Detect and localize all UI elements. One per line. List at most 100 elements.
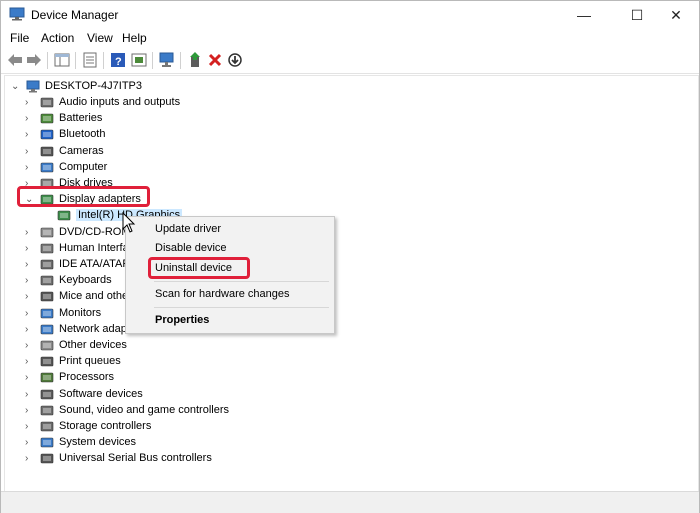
tree-item-label: Audio inputs and outputs bbox=[59, 96, 181, 108]
chevron-right-icon[interactable]: › bbox=[25, 127, 34, 143]
usb-icon bbox=[40, 454, 54, 464]
camera-icon bbox=[40, 146, 54, 156]
device-manager-window: Device Manager — ☐ ✕ File Action View He… bbox=[0, 0, 700, 513]
title-bar: Device Manager — ☐ ✕ bbox=[1, 1, 699, 29]
download-arrow-icon[interactable] bbox=[227, 52, 243, 68]
chevron-right-icon[interactable]: › bbox=[25, 241, 34, 257]
network-icon bbox=[40, 324, 54, 335]
chevron-right-icon[interactable]: › bbox=[25, 354, 34, 370]
menu-scan-hardware-changes[interactable]: Scan for hardware changes bbox=[155, 288, 290, 300]
software-device-icon bbox=[40, 389, 54, 399]
tree-item-label: Cameras bbox=[59, 144, 104, 157]
tree-category-row[interactable]: › Universal Serial Bus controllers bbox=[25, 451, 345, 467]
minimize-button[interactable]: — bbox=[561, 1, 607, 29]
menu-disable-device[interactable]: Disable device bbox=[155, 242, 227, 254]
display-adapter-icon bbox=[57, 211, 71, 221]
computer-name-label: DESKTOP-4J7ITP3 bbox=[45, 80, 142, 92]
sound-icon bbox=[40, 405, 54, 416]
toolbar: ? bbox=[1, 48, 699, 74]
tree-category-row[interactable]: › Batteries bbox=[25, 111, 345, 127]
tree-category-row[interactable]: › Software devices bbox=[25, 387, 345, 403]
system-icon bbox=[40, 437, 54, 448]
chevron-right-icon[interactable]: › bbox=[25, 451, 34, 467]
close-button[interactable]: ✕ bbox=[653, 1, 699, 29]
chevron-right-icon[interactable]: › bbox=[25, 338, 34, 354]
menu-file[interactable]: File bbox=[10, 31, 29, 45]
display-adapters-highlight bbox=[17, 186, 150, 207]
tree-item-label: Print queues bbox=[59, 355, 121, 368]
back-arrow-icon[interactable] bbox=[7, 52, 23, 68]
menu-view[interactable]: View bbox=[87, 31, 113, 45]
tree-category-row[interactable]: › Audio inputs and outputs bbox=[25, 95, 345, 111]
svg-text:?: ? bbox=[115, 56, 122, 68]
chevron-right-icon[interactable]: › bbox=[25, 273, 34, 289]
tree-item-label: Software devices bbox=[59, 387, 143, 400]
tree-item-label: Other devices bbox=[59, 339, 127, 351]
uninstall-device-highlight bbox=[148, 257, 250, 279]
tree-category-row[interactable]: › Processors bbox=[25, 370, 345, 386]
chevron-down-icon[interactable]: ⌄ bbox=[11, 79, 20, 95]
other-devices-icon bbox=[40, 340, 54, 351]
tree-category-row[interactable]: › Print queues bbox=[25, 354, 345, 370]
menu-action[interactable]: Action bbox=[41, 31, 74, 45]
chevron-right-icon[interactable]: › bbox=[25, 403, 34, 419]
chevron-right-icon[interactable]: › bbox=[25, 322, 34, 338]
tree-category-row[interactable]: › Bluetooth bbox=[25, 127, 345, 143]
chevron-right-icon[interactable]: › bbox=[25, 387, 34, 403]
help-icon[interactable]: ? bbox=[110, 52, 126, 68]
status-bar bbox=[1, 491, 699, 513]
device-manager-app-icon bbox=[9, 7, 25, 21]
mouse-icon bbox=[40, 292, 54, 302]
chevron-right-icon[interactable]: › bbox=[25, 370, 34, 386]
monitor-icon bbox=[40, 308, 54, 318]
ide-icon bbox=[40, 259, 54, 270]
tree-item-label: Computer bbox=[59, 160, 108, 173]
update-driver-icon[interactable] bbox=[187, 52, 203, 68]
chevron-right-icon[interactable]: › bbox=[25, 95, 34, 111]
tree-item-label: Processors bbox=[59, 371, 115, 384]
chevron-right-icon[interactable]: › bbox=[25, 306, 34, 322]
battery-icon bbox=[40, 113, 54, 124]
chevron-right-icon[interactable]: › bbox=[25, 111, 34, 127]
chevron-right-icon[interactable]: › bbox=[25, 419, 34, 435]
chevron-right-icon[interactable]: › bbox=[25, 257, 34, 273]
tree-category-row[interactable]: › Other devices bbox=[25, 338, 345, 354]
tree-item-label: Sound, video and game controllers bbox=[59, 403, 229, 416]
device-tree: ⌄ DESKTOP-4J7ITP3 › Audio inputs and outp… bbox=[4, 75, 699, 492]
show-hidden-icon[interactable] bbox=[131, 52, 147, 68]
tree-root-row[interactable]: ⌄ DESKTOP-4J7ITP3 bbox=[11, 79, 211, 95]
tree-category-row[interactable]: › Cameras bbox=[25, 144, 345, 160]
menu-help[interactable]: Help bbox=[122, 31, 147, 45]
uninstall-x-icon[interactable] bbox=[207, 52, 223, 68]
tree-category-row[interactable]: › System devices bbox=[25, 435, 345, 451]
chevron-right-icon[interactable]: › bbox=[25, 144, 34, 160]
tree-item-label: Monitors bbox=[59, 306, 102, 319]
tree-item-label: System devices bbox=[59, 436, 137, 449]
menu-properties[interactable]: Properties bbox=[155, 314, 209, 326]
chevron-right-icon[interactable]: › bbox=[25, 225, 34, 241]
menu-update-driver[interactable]: Update driver bbox=[155, 223, 221, 235]
mouse-pointer-icon bbox=[122, 212, 136, 233]
hid-icon bbox=[40, 243, 54, 254]
printer-icon bbox=[40, 356, 54, 367]
properties-sheet-icon[interactable] bbox=[82, 52, 98, 68]
tree-category-row[interactable]: › Sound, video and game controllers bbox=[25, 403, 345, 419]
forward-arrow-icon[interactable] bbox=[26, 52, 42, 68]
computer-icon bbox=[40, 162, 54, 173]
tree-category-row[interactable]: › Storage controllers bbox=[25, 419, 345, 435]
menu-bar: File Action View Help bbox=[1, 29, 699, 48]
tree-item-label: Bluetooth bbox=[59, 128, 106, 141]
tree-item-label: Batteries bbox=[59, 112, 103, 125]
window-title: Device Manager bbox=[31, 8, 119, 22]
chevron-right-icon[interactable]: › bbox=[25, 435, 34, 451]
tree-item-label: Storage controllers bbox=[59, 420, 152, 432]
show-hide-console-tree-icon[interactable] bbox=[54, 52, 70, 68]
keyboard-icon bbox=[40, 275, 54, 286]
computer-icon bbox=[26, 80, 40, 93]
chevron-right-icon[interactable]: › bbox=[25, 160, 34, 176]
bluetooth-icon bbox=[40, 130, 54, 140]
tree-category-row[interactable]: › Computer bbox=[25, 160, 345, 176]
dvd-icon bbox=[40, 227, 54, 237]
chevron-right-icon[interactable]: › bbox=[25, 289, 34, 305]
scan-hardware-icon[interactable] bbox=[159, 52, 175, 68]
